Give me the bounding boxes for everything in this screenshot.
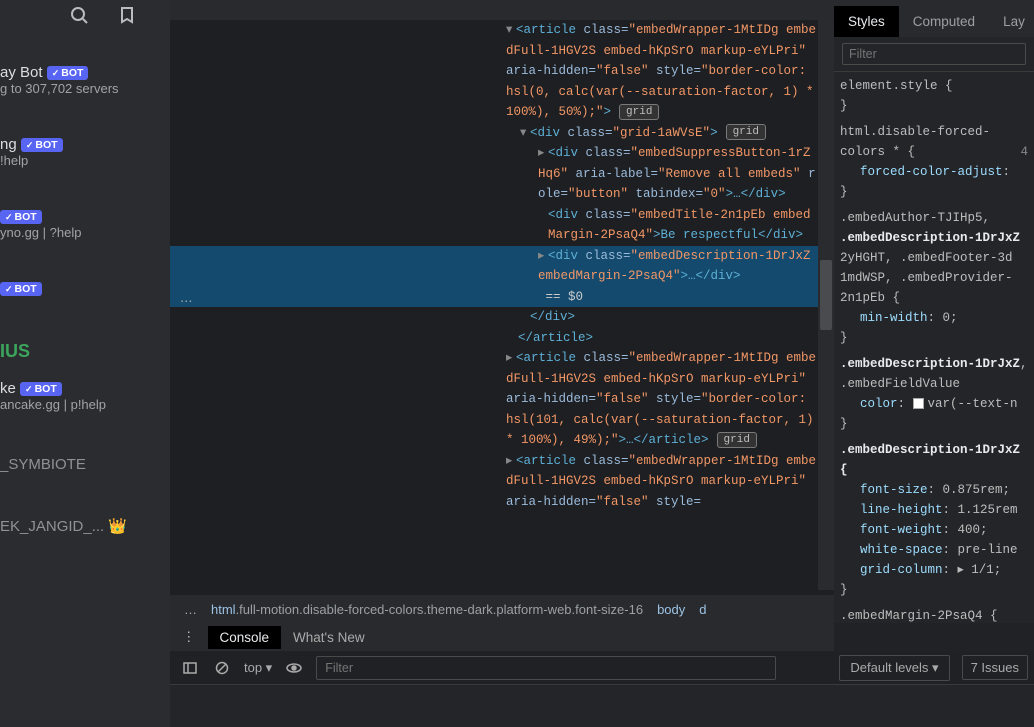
breadcrumb[interactable]: … html.full-motion.disable-forced-colors… xyxy=(170,595,834,623)
grid-badge[interactable]: grid xyxy=(717,432,757,448)
log-levels[interactable]: Default levels ▾ xyxy=(839,655,949,681)
console-filter[interactable] xyxy=(316,656,776,680)
grid-badge[interactable]: grid xyxy=(619,104,659,120)
dom-tree[interactable]: ▾<article class="embedWrapper-1MtIDg emb… xyxy=(170,20,818,590)
user-row[interactable]: BOT xyxy=(0,274,170,303)
tab-layout[interactable]: Lay xyxy=(989,6,1034,37)
tab-styles[interactable]: Styles xyxy=(834,6,899,37)
user-row[interactable]: ke BOTancake.gg | p!help xyxy=(0,374,170,418)
console-toolbar: top ▾ Default levels ▾ 7 Issues xyxy=(170,651,1034,685)
grid-badge[interactable]: grid xyxy=(726,124,766,140)
sidebar-top xyxy=(0,0,170,30)
user-row[interactable]: ng BOT!help xyxy=(0,130,170,174)
clear-console-icon[interactable] xyxy=(212,658,232,678)
tab-computed[interactable]: Computed xyxy=(899,6,989,37)
user-row[interactable]: IUS xyxy=(0,335,170,368)
drawer-tabs: ⋮ Console What's New xyxy=(170,623,834,651)
color-swatch[interactable] xyxy=(913,398,924,409)
scrollbar-thumb[interactable] xyxy=(820,260,832,330)
live-expression-icon[interactable] xyxy=(284,658,304,678)
line-actions[interactable]: ⋯ xyxy=(180,293,193,309)
user-row[interactable]: _SYMBIOTE xyxy=(0,450,170,479)
styles-filter[interactable] xyxy=(842,43,1026,65)
bookmark-icon[interactable] xyxy=(118,6,136,24)
console-sidebar-toggle[interactable] xyxy=(180,658,200,678)
elements-panel: ▾<article class="embedWrapper-1MtIDg emb… xyxy=(170,0,834,595)
context-dropdown[interactable]: top ▾ xyxy=(244,660,272,676)
issues-button[interactable]: 7 Issues xyxy=(962,655,1028,680)
tab-whatsnew[interactable]: What's New xyxy=(281,626,377,649)
user-row[interactable]: BOTyno.gg | ?help xyxy=(0,202,170,246)
styles-panel: Styles Computed Lay element.style { } ht… xyxy=(834,0,1034,623)
search-icon[interactable] xyxy=(70,6,88,24)
selected-node[interactable]: ▸<div class="embedDescription-1DrJxZ emb… xyxy=(170,246,818,308)
discord-sidebar: ay Bot BOTg to 307,702 servers ng BOT!hel… xyxy=(0,0,170,727)
tab-console[interactable]: Console xyxy=(208,626,282,649)
console-output xyxy=(170,685,1034,727)
user-row[interactable]: ay Bot BOTg to 307,702 servers xyxy=(0,58,170,102)
scrollbar[interactable] xyxy=(818,20,834,590)
devtools-toolbar xyxy=(170,0,834,20)
user-row[interactable]: EK_JANGID_... 👑 xyxy=(0,511,170,541)
drawer-menu[interactable]: ⋮ xyxy=(170,629,208,645)
